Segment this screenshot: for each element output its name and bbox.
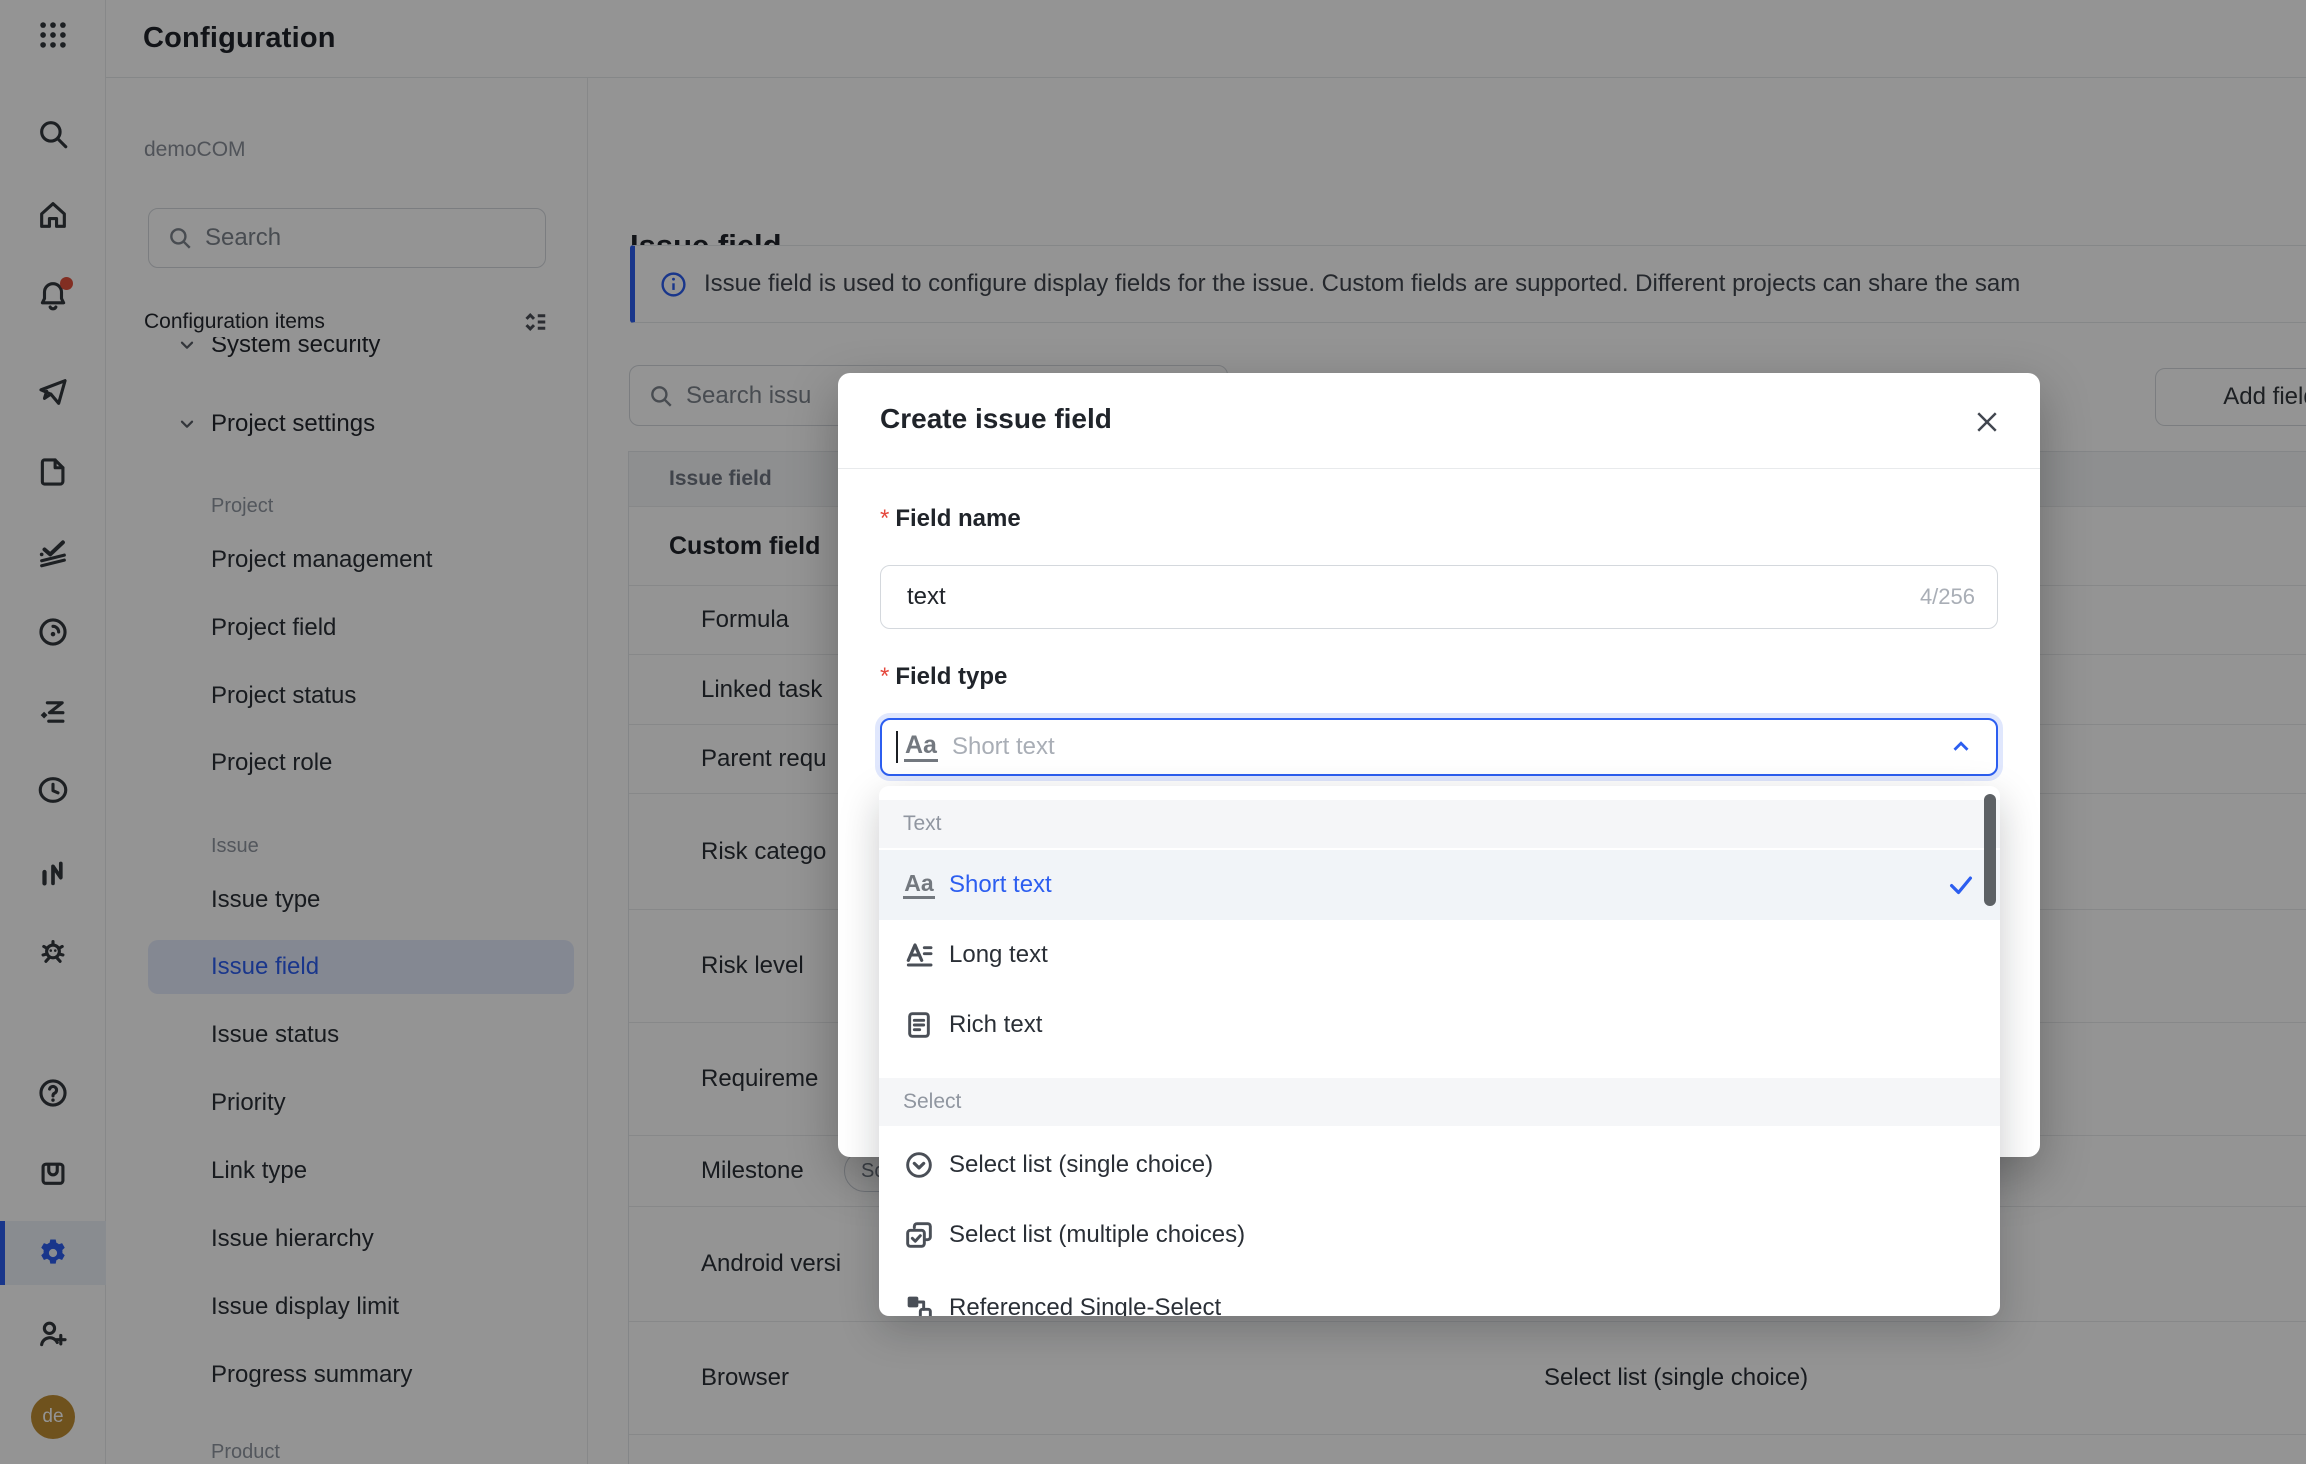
close-icon[interactable] [1972,407,2002,437]
text-cursor [896,731,898,763]
referenced-single-select-icon [903,1292,935,1316]
short-text-icon: Aa [904,732,938,762]
field-name-value: text [907,583,946,610]
field-type-label: * Field type [880,663,1008,690]
chevron-up-icon [1953,741,1969,751]
modal-title: Create issue field [880,403,1112,434]
field-type-select[interactable]: Aa Short text [880,718,1998,776]
char-counter: 4/256 [1919,584,1975,609]
long-text-icon [903,939,935,971]
field-type-placeholder: Short text [951,733,1055,760]
rich-text-icon [903,1009,935,1041]
select-multi-icon [903,1219,935,1251]
dropdown-option-short-text[interactable]: Aa Short text [879,850,2000,920]
short-text-icon: Aa [903,869,935,901]
dropdown-option-referenced-single-select[interactable]: Referenced Single-Select [879,1273,2000,1316]
select-single-icon [903,1149,935,1181]
dropdown-option-select-list-multiple-choices-[interactable]: Select list (multiple choices) [879,1200,2000,1270]
field-name-label: * Field name [880,505,1021,532]
modal-header-divider [838,468,2040,469]
app-window: de Configuration demoCOM Search Configur… [0,0,2306,1464]
check-icon [1950,876,1972,895]
dropdown-option-rich-text[interactable]: Rich text [879,990,2000,1060]
dropdown-scrollbar[interactable] [1984,794,1996,906]
dropdown-group-text: Text [879,800,2000,848]
dropdown-option-select-list-single-choice-[interactable]: Select list (single choice) [879,1130,2000,1200]
field-type-dropdown: Text Aa Short text Long text Rich text Select… [879,786,2000,1316]
dropdown-option-long-text[interactable]: Long text [879,920,2000,990]
dropdown-group-select: Select [879,1078,2000,1126]
field-name-input[interactable]: text 4/256 [880,565,1998,629]
